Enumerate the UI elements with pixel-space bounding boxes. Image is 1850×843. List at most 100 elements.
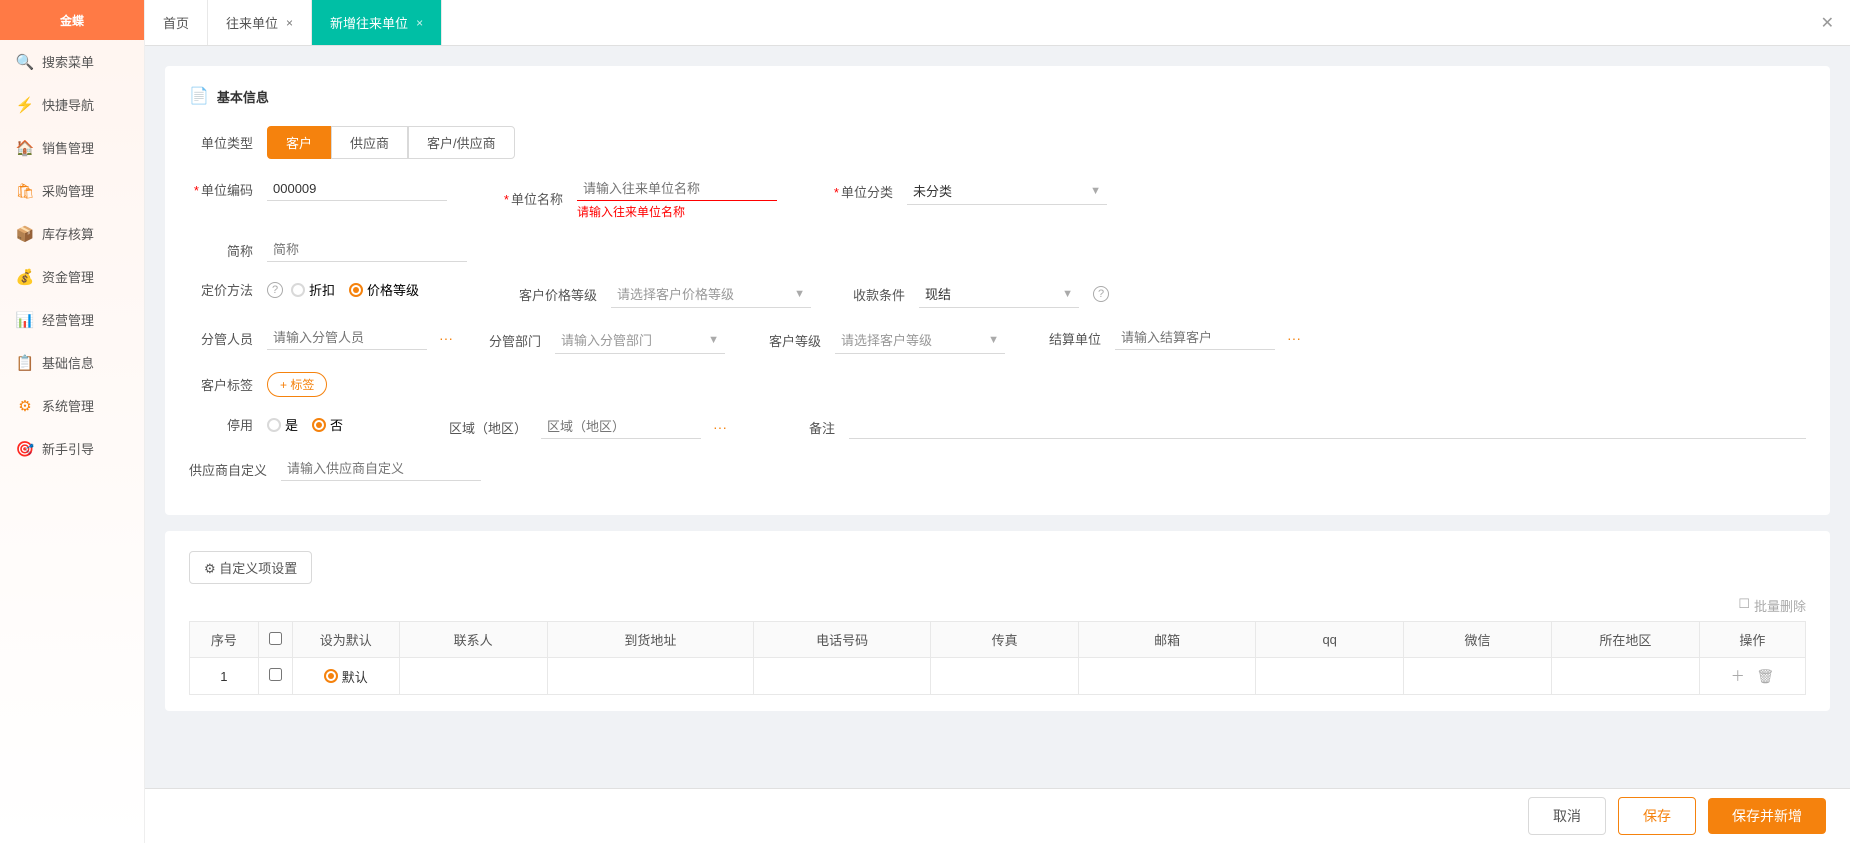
payment-terms-value: 现结 (925, 284, 1062, 303)
department-label: 分管部门 (477, 331, 547, 350)
disabled-label: 停用 (189, 415, 259, 434)
sidebar-item-label: 销售管理 (42, 138, 94, 157)
sidebar-item-label: 系统管理 (42, 396, 94, 415)
section-title: 📄 基本信息 (189, 86, 1806, 106)
disabled-radio-group: 是 否 (267, 415, 343, 434)
unit-type-customer-button[interactable]: 客户 (267, 126, 331, 159)
disabled-yes-radio[interactable]: 是 (267, 415, 298, 434)
sidebar-item-guide[interactable]: 🎯 新手引导 (0, 427, 144, 470)
unit-name-input-block: 请输入往来单位名称 (577, 177, 777, 220)
unit-type-both-button[interactable]: 客户/供应商 (408, 126, 515, 159)
settlement-unit-input[interactable] (1115, 326, 1275, 350)
cancel-button[interactable]: 取消 (1528, 797, 1606, 835)
add-tag-button[interactable]: + 标签 (267, 372, 327, 397)
sidebar-item-label: 搜索菜单 (42, 52, 94, 71)
wechat-input[interactable] (1438, 669, 1518, 684)
row-email (1079, 658, 1256, 695)
customer-tag-row: 客户标签 + 标签 (189, 372, 1806, 397)
disabled-no-radio[interactable]: 否 (312, 415, 343, 434)
sidebar-item-quick-nav[interactable]: ⚡ 快捷导航 (0, 83, 144, 126)
col-checkbox (258, 622, 292, 658)
tab-spacer (442, 0, 1805, 45)
chevron-down-icon-2: ▼ (794, 288, 805, 300)
pricing-discount-radio[interactable]: 折扣 (291, 280, 335, 299)
region-input[interactable] (541, 415, 701, 439)
sidebar-item-operations[interactable]: 📊 经营管理 (0, 298, 144, 341)
disabled-no-radio-circle (312, 418, 326, 432)
short-name-input[interactable] (267, 238, 467, 262)
custom-settings-button[interactable]: ⚙ 自定义项设置 (189, 551, 312, 584)
supplier-custom-label: 供应商自定义 (189, 460, 273, 479)
add-row-button[interactable]: ＋ (1727, 664, 1749, 688)
sidebar-item-basic-info[interactable]: 📋 基础信息 (0, 341, 144, 384)
short-name-row: 简称 (189, 238, 1806, 262)
sidebar-item-purchase[interactable]: 🛍 采购管理 (0, 169, 144, 212)
settlement-unit-ellipsis-button[interactable]: ··· (1283, 330, 1305, 346)
customer-level-select[interactable]: 请选择客户等级 ▼ (835, 326, 1005, 354)
close-all-tabs-button[interactable]: ✕ (1805, 0, 1850, 45)
sidebar-item-finance[interactable]: 💰 资金管理 (0, 255, 144, 298)
fax-input[interactable] (965, 669, 1045, 684)
sidebar-item-sales[interactable]: 🏠 销售管理 (0, 126, 144, 169)
tab-partners[interactable]: 往来单位 × (208, 0, 312, 45)
save-button[interactable]: 保存 (1618, 797, 1696, 835)
target-icon: 🎯 (16, 440, 34, 458)
pricing-level-radio[interactable]: 价格等级 (349, 280, 419, 299)
sidebar: 金蝶 🔍 搜索菜单 ⚡ 快捷导航 🏠 销售管理 🛍 采购管理 📦 库存核算 💰 … (0, 0, 145, 843)
batch-icon: ☐ (1738, 596, 1750, 615)
remark-input[interactable] (849, 415, 1806, 439)
manager-label: 分管人员 (189, 329, 259, 348)
chevron-down-icon: ▼ (1090, 185, 1101, 197)
address-input[interactable] (590, 669, 710, 684)
qq-input[interactable] (1290, 669, 1370, 684)
payment-terms-label: 收款条件 (841, 285, 911, 304)
bag-icon: 🛍 (16, 182, 34, 200)
sidebar-item-system[interactable]: ⚙ 系统管理 (0, 384, 144, 427)
contact-input[interactable] (433, 669, 513, 684)
sidebar-item-search[interactable]: 🔍 搜索菜单 (0, 40, 144, 83)
payment-terms-select[interactable]: 现结 ▼ (919, 280, 1079, 308)
customer-price-level-select[interactable]: 请选择客户价格等级 ▼ (611, 280, 811, 308)
customer-tag-label: 客户标签 (189, 375, 259, 394)
unit-name-input[interactable] (577, 177, 777, 201)
row-default-radio[interactable]: 默认 (303, 667, 389, 686)
tab-new-partner[interactable]: 新增往来单位 × (312, 0, 442, 45)
gear-icon: ⚙ (16, 397, 34, 415)
batch-delete-button[interactable]: 批量删除 (1754, 596, 1806, 615)
unit-type-group: 客户 供应商 客户/供应商 (267, 126, 515, 159)
close-new-partner-tab-button[interactable]: × (416, 16, 423, 30)
pricing-method-radio-group: 折扣 价格等级 (291, 280, 419, 299)
manager-row: 分管人员 ··· 分管部门 请输入分管部门 ▼ 客户等级 请选择客户等级 (189, 326, 1806, 354)
delete-row-button[interactable]: 🗑 (1752, 666, 1778, 687)
discount-radio-circle (291, 283, 305, 297)
tab-bar: 首页 往来单位 × 新增往来单位 × ✕ (145, 0, 1850, 46)
unit-type-supplier-button[interactable]: 供应商 (331, 126, 408, 159)
search-icon: 🔍 (16, 53, 34, 71)
row-contact (399, 658, 547, 695)
email-input[interactable] (1117, 669, 1217, 684)
pricing-method-help-icon[interactable]: ? (267, 282, 283, 298)
row-region-input[interactable] (1585, 669, 1665, 684)
row-checkbox[interactable] (269, 668, 282, 681)
tab-home[interactable]: 首页 (145, 0, 208, 45)
settlement-unit-label: 结算单位 (1037, 329, 1107, 348)
phone-input[interactable] (792, 669, 892, 684)
manager-ellipsis-button[interactable]: ··· (435, 330, 457, 346)
region-ellipsis-button[interactable]: ··· (709, 419, 731, 435)
unit-code-label: *单位编码 (189, 180, 259, 199)
section-title-text: 基本信息 (217, 87, 269, 106)
select-all-checkbox[interactable] (269, 632, 282, 645)
unit-code-input[interactable] (267, 177, 447, 201)
sidebar-item-inventory[interactable]: 📦 库存核算 (0, 212, 144, 255)
save-and-new-button[interactable]: 保存并新增 (1708, 798, 1826, 834)
supplier-custom-input[interactable] (281, 457, 481, 481)
code-name-category-row: *单位编码 *单位名称 请输入往来单位名称 *单位分类 未分类 ▼ (189, 177, 1806, 220)
unit-category-select[interactable]: 未分类 ▼ (907, 177, 1107, 205)
payment-terms-help-icon[interactable]: ? (1093, 286, 1109, 302)
department-select[interactable]: 请输入分管部门 ▼ (555, 326, 725, 354)
customer-price-level-field: 客户价格等级 请选择客户价格等级 ▼ (519, 280, 811, 308)
unit-category-field: *单位分类 未分类 ▼ (829, 177, 1109, 205)
close-partners-tab-button[interactable]: × (286, 16, 293, 30)
manager-input[interactable] (267, 326, 427, 350)
row-index: 1 (190, 658, 259, 695)
